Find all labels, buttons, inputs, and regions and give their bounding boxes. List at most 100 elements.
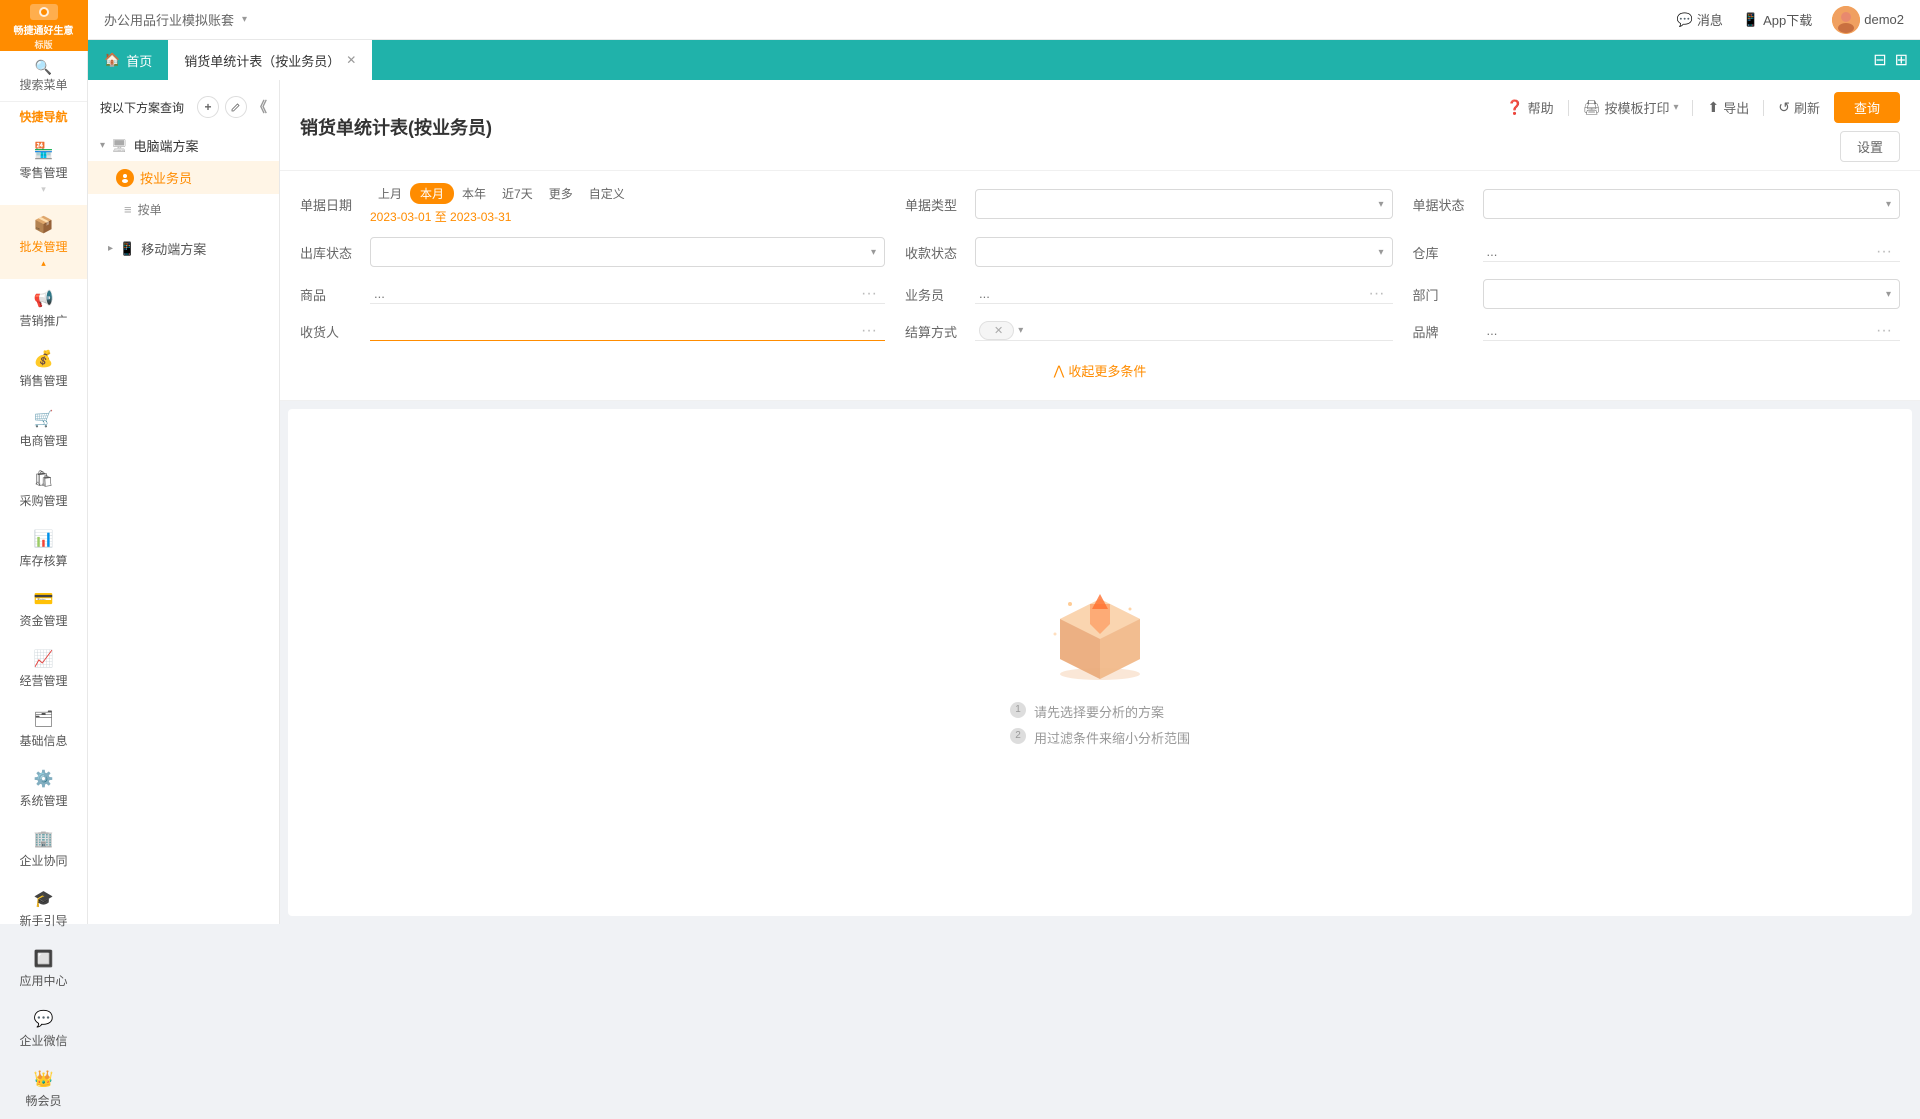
consignee-dots[interactable]: ··· xyxy=(857,322,881,340)
sidebar-item-app-center[interactable]: 🔲 应用中心 xyxy=(0,939,87,999)
brand-input[interactable] xyxy=(1487,323,1873,338)
tab-minimize-icon[interactable]: ⊟ xyxy=(1873,50,1886,70)
date-tab-this-month[interactable]: 本月 xyxy=(410,183,454,204)
goods-dots[interactable]: ··· xyxy=(857,285,881,303)
tab-home[interactable]: 🏠 首页 xyxy=(88,40,168,80)
dept-select[interactable]: ▾ xyxy=(1483,279,1901,309)
help-btn[interactable]: ❓ 帮助 xyxy=(1506,98,1553,117)
tab-expand-icon[interactable]: ⊞ xyxy=(1895,50,1908,70)
sidebar-item-enterprise[interactable]: 🏢 企业协同 xyxy=(0,819,87,879)
add-scheme-btn[interactable]: + xyxy=(197,96,219,118)
warehouse-dots[interactable]: ··· xyxy=(1872,243,1896,261)
ship-status-arrow: ▾ xyxy=(871,247,876,258)
step1-text: 请先选择要分析的方案 xyxy=(1034,700,1164,726)
user-profile-btn[interactable]: demo2 xyxy=(1832,6,1904,34)
app-subtext: 标版 xyxy=(34,38,52,51)
desktop-section-title[interactable]: ▾ 🖥 电脑端方案 xyxy=(88,130,279,161)
date-tab-more[interactable]: 更多 xyxy=(541,183,581,204)
doc-type-select[interactable]: ▾ xyxy=(975,189,1393,219)
brand-dots[interactable]: ··· xyxy=(1872,322,1896,340)
inventory-icon: 📊 xyxy=(34,529,54,549)
sidebar-item-newbie[interactable]: 🎓 新手引导 xyxy=(0,879,87,939)
filter-payment-status: 收款状态 ▾ xyxy=(905,237,1393,267)
date-tabs: 上月 本月 本年 近7天 更多 自定义 xyxy=(370,183,885,204)
settings-button[interactable]: 设置 xyxy=(1840,131,1900,162)
app-logo[interactable]: 畅捷通好生意 标版 xyxy=(0,0,88,51)
payment-status-select[interactable]: ▾ xyxy=(975,237,1393,267)
salesperson-dots[interactable]: ··· xyxy=(1365,285,1389,303)
date-tab-last7days[interactable]: 近7天 xyxy=(494,183,541,204)
query-button[interactable]: 查询 xyxy=(1834,92,1900,123)
sidebar-item-ecommerce[interactable]: 🛒 电商管理 xyxy=(0,399,87,459)
purchase-icon: 🛍 xyxy=(33,469,53,489)
empty-step-1: 1 请先选择要分析的方案 xyxy=(1010,700,1190,726)
template-print-label: 按模板打印 xyxy=(1604,98,1669,117)
main-content: 1 请先选择要分析的方案 2 用过滤条件来缩小分析范围 xyxy=(288,409,1912,916)
empty-step-2: 2 用过滤条件来缩小分析范围 xyxy=(1010,726,1190,752)
enterprise-icon: 🏢 xyxy=(34,829,54,849)
sidebar-item-basic[interactable]: 🗂 基础信息 xyxy=(0,699,87,759)
marketing-icon: 📢 xyxy=(34,289,54,309)
tab-report[interactable]: 销货单统计表（按业务员） ✕ xyxy=(168,40,372,80)
date-area: 上月 本月 本年 近7天 更多 自定义 2023-03-01 至 2023-03… xyxy=(370,183,885,225)
warehouse-input[interactable] xyxy=(1487,244,1873,259)
salesperson-input[interactable] xyxy=(979,286,1365,301)
breadcrumb-dropdown[interactable]: ▾ xyxy=(242,14,247,25)
step2-text: 用过滤条件来缩小分析范围 xyxy=(1034,726,1190,752)
sidebar-item-operations[interactable]: 📈 经营管理 xyxy=(0,639,87,699)
left-panel-collapse-btn[interactable]: 《 xyxy=(253,97,267,117)
sidebar-item-sales[interactable]: 💰 销售管理 xyxy=(0,339,87,399)
payment-method-clear-btn[interactable]: ✕ xyxy=(994,324,1003,337)
left-panel-item-order[interactable]: ≡ 按单 xyxy=(88,194,279,225)
sidebar-search[interactable]: 🔍 搜索菜单 xyxy=(0,51,87,102)
template-print-btn[interactable]: 🖨 按模板打印 ▾ xyxy=(1583,98,1679,117)
sidebar-item-retail[interactable]: 🏪 零售管理 ▾ xyxy=(0,131,87,205)
empty-state: 1 请先选择要分析的方案 2 用过滤条件来缩小分析范围 xyxy=(1010,574,1190,752)
payment-method-label: 结算方式 xyxy=(905,322,975,341)
doc-status-select[interactable]: ▾ xyxy=(1483,189,1901,219)
message-icon: 💬 xyxy=(1677,12,1693,28)
refresh-icon: ↺ xyxy=(1778,99,1790,116)
ship-status-select[interactable]: ▾ xyxy=(370,237,885,267)
left-panel-title: 按以下方案查询 xyxy=(100,99,184,116)
collapse-btn[interactable]: ⋀ 收起更多条件 xyxy=(300,353,1900,388)
message-btn[interactable]: 💬 消息 xyxy=(1677,10,1723,29)
app-download-btn[interactable]: 📱 App下载 xyxy=(1743,10,1812,29)
template-dropdown-icon: ▾ xyxy=(1673,102,1678,113)
filter-area: 单据日期 上月 本月 本年 近7天 更多 自定义 2023-03-01 至 20… xyxy=(280,171,1920,401)
desktop-section: ▾ 🖥 电脑端方案 按业务员 ≡ 按单 xyxy=(88,126,279,229)
date-tab-this-year[interactable]: 本年 xyxy=(454,183,494,204)
sidebar-item-corp-wechat[interactable]: 💬 企业微信 xyxy=(0,999,87,1059)
sidebar-item-inventory[interactable]: 📊 库存核算 xyxy=(0,519,87,579)
sidebar-item-vip[interactable]: 👑 畅会员 xyxy=(0,1059,87,1119)
divider3 xyxy=(1763,100,1764,116)
tabbar-expand: ⊟ ⊞ xyxy=(1873,50,1920,70)
mobile-section-title[interactable]: ▸ 📱 移动端方案 xyxy=(88,233,279,264)
sidebar-item-label: 电商管理 xyxy=(19,432,67,449)
help-icon: ❓ xyxy=(1506,99,1523,116)
content-area: 按以下方案查询 + 《 ▾ 🖥 电脑端方案 xyxy=(88,80,1920,924)
tab-close-btn[interactable]: ✕ xyxy=(346,53,356,67)
goods-input[interactable] xyxy=(374,286,857,301)
sidebar-item-marketing[interactable]: 📢 营销推广 xyxy=(0,279,87,339)
sidebar-item-label: 资金管理 xyxy=(19,612,67,629)
refresh-btn[interactable]: ↺ 刷新 xyxy=(1778,98,1820,117)
step1-num: 1 xyxy=(1010,702,1026,718)
sidebar-item-finance[interactable]: 💳 资金管理 xyxy=(0,579,87,639)
sales-icon: 💰 xyxy=(34,349,54,369)
date-tab-custom[interactable]: 自定义 xyxy=(581,183,633,204)
filter-row-4: 收货人 ··· 结算方式 ✕ xyxy=(300,321,1900,341)
export-btn[interactable]: ⬆ 导出 xyxy=(1707,98,1749,117)
date-tab-last-month[interactable]: 上月 xyxy=(370,183,410,204)
sidebar-item-system[interactable]: ⚙️ 系统管理 xyxy=(0,759,87,819)
consignee-input[interactable] xyxy=(374,323,857,338)
person-icon xyxy=(120,173,130,183)
consignee-label: 收货人 xyxy=(300,322,370,341)
mobile-section-label: 移动端方案 xyxy=(141,239,206,258)
goods-label: 商品 xyxy=(300,285,370,304)
sidebar-item-label: 企业微信 xyxy=(19,1032,67,1049)
edit-scheme-btn[interactable] xyxy=(225,96,247,118)
sidebar-item-purchase[interactable]: 🛍 采购管理 xyxy=(0,459,87,519)
sidebar-item-wholesale[interactable]: 📦 批发管理 ▴ xyxy=(0,205,87,279)
left-panel-item-salesperson[interactable]: 按业务员 xyxy=(88,161,279,194)
